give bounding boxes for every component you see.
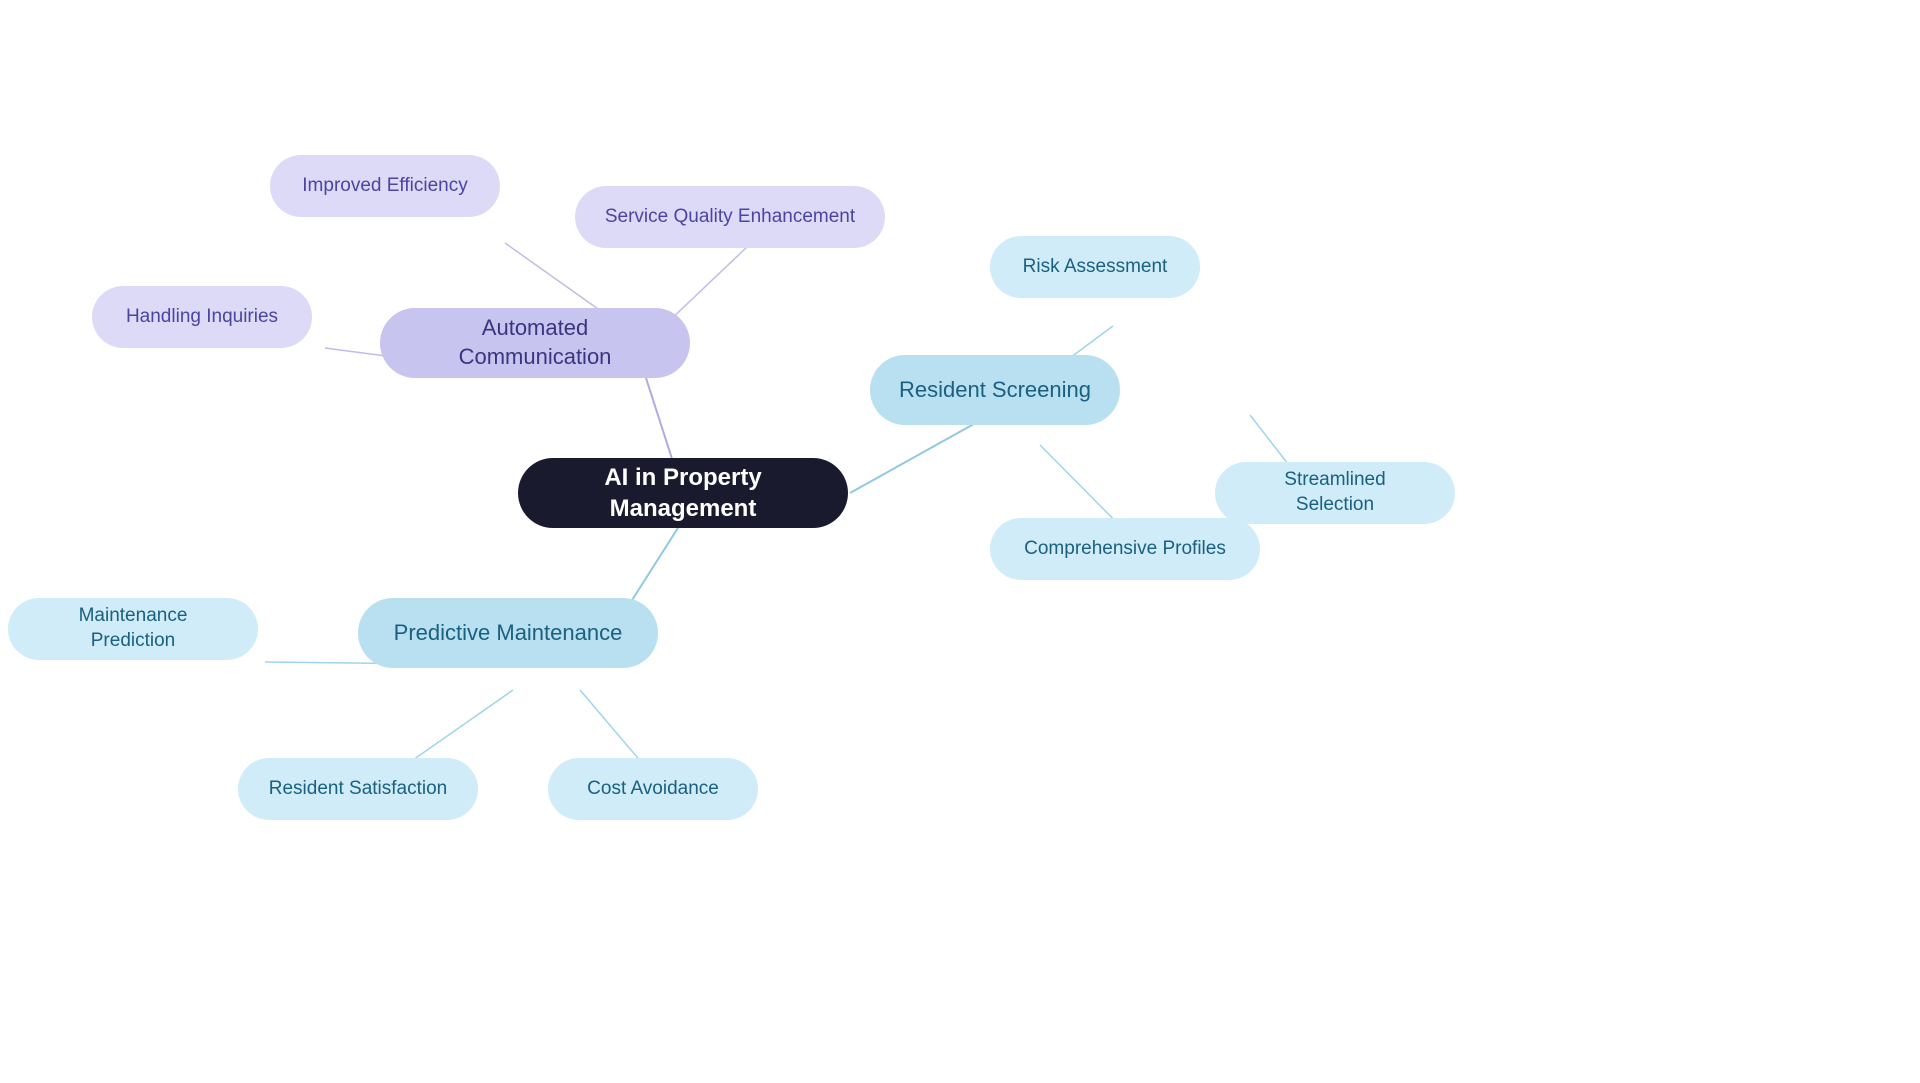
comprehensive-profiles-node: Comprehensive Profiles	[990, 518, 1260, 580]
predictive-maintenance-node: Predictive Maintenance	[358, 598, 658, 668]
resident-screening-node: Resident Screening	[870, 355, 1120, 425]
resident-satisfaction-node: Resident Satisfaction	[238, 758, 478, 820]
cost-avoidance-node: Cost Avoidance	[548, 758, 758, 820]
handling-inquiries-node: Handling Inquiries	[92, 286, 312, 348]
improved-efficiency-node: Improved Efficiency	[270, 155, 500, 217]
streamlined-selection-node: Streamlined Selection	[1215, 462, 1455, 524]
automated-communication-node: Automated Communication	[380, 308, 690, 378]
risk-assessment-node: Risk Assessment	[990, 236, 1200, 298]
service-quality-enhancement-node: Service Quality Enhancement	[575, 186, 885, 248]
maintenance-prediction-node: Maintenance Prediction	[8, 598, 258, 660]
center-node: AI in Property Management	[518, 458, 848, 528]
